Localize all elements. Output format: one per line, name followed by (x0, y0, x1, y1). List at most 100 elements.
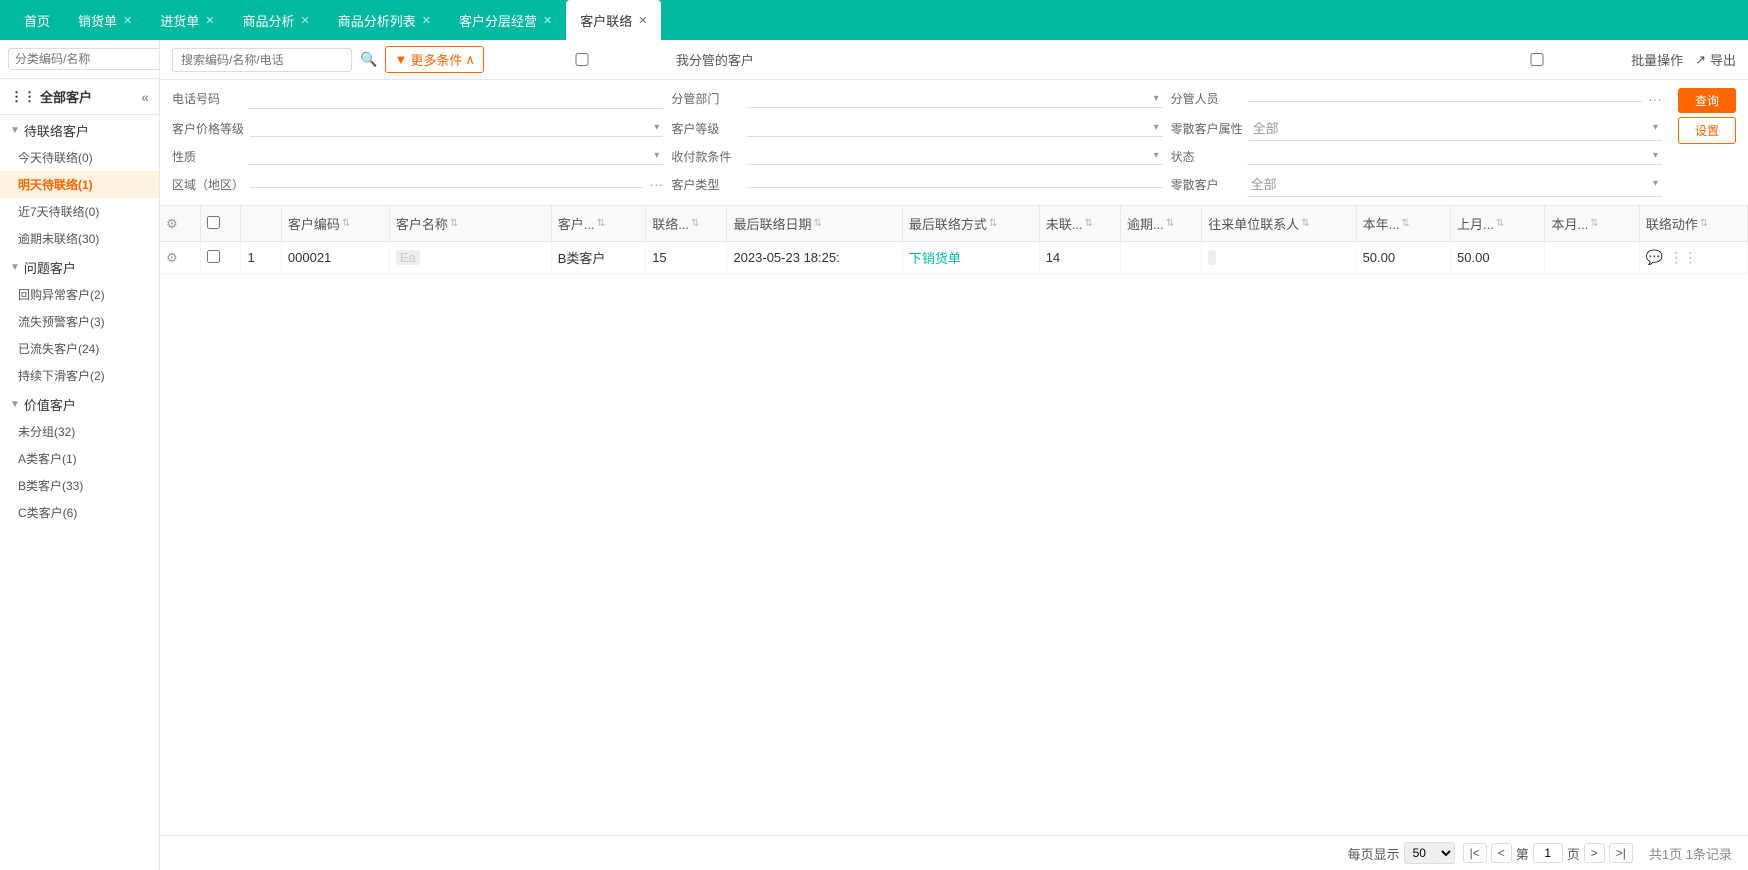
sort-icon-type[interactable]: ⇅ (597, 218, 605, 229)
batch-operation-btn[interactable]: 批量操作 (1447, 50, 1683, 69)
sort-icon-last_month[interactable]: ⇅ (1496, 218, 1504, 229)
col-label-action: 联络动作 (1646, 214, 1698, 233)
price-grade-caret-icon: ▾ (654, 122, 659, 133)
manager-dots[interactable]: ··· (1648, 91, 1662, 107)
sidebar-item[interactable]: 未分组(32) (0, 418, 159, 445)
cell-this_year: 50.00 (1356, 242, 1450, 274)
nav-close-icon[interactable]: ✕ (638, 14, 647, 27)
col-label-unit_contact: 往来单位联系人 (1208, 214, 1299, 233)
sidebar-item[interactable]: B类客户(33) (0, 472, 159, 499)
sidebar-item[interactable]: A类客户(1) (0, 445, 159, 472)
filter-icon: ▼ (394, 52, 407, 67)
per-page-select[interactable]: 50 100 200 (1404, 842, 1455, 864)
nav-item-商品分析列表[interactable]: 商品分析列表✕ (324, 0, 445, 40)
retail-attr-select[interactable]: 全部 ▾ (1249, 115, 1662, 141)
gear-icon[interactable]: ⚙ (166, 216, 178, 231)
action-more-icon[interactable]: ⋮⋮ (1669, 249, 1697, 266)
page-input[interactable] (1533, 843, 1563, 863)
price-grade-select[interactable]: ▾ (250, 119, 663, 137)
cell-last_contact_date: 2023-05-23 18:25: (727, 242, 902, 274)
nav-item-商品分析[interactable]: 商品分析✕ (228, 0, 323, 40)
sort-icon-this_month[interactable]: ⇅ (1590, 218, 1598, 229)
cell-type: B类客户 (551, 242, 645, 274)
sort-icon-last_contact_way[interactable]: ⇅ (989, 218, 997, 229)
sort-icon-name[interactable]: ⇅ (450, 218, 458, 229)
col-contact: 联络...⇅ (646, 206, 727, 242)
nav-item-销货单[interactable]: 销货单✕ (64, 0, 146, 40)
col-label-this_month: 本月... (1551, 214, 1588, 233)
nav-close-icon[interactable]: ✕ (422, 14, 431, 27)
filter-search-icon[interactable]: 🔍 (360, 51, 377, 68)
row-checkbox[interactable] (207, 250, 220, 263)
sort-icon-action[interactable]: ⇅ (1700, 218, 1708, 229)
cell-action: 💬 ⋮⋮ (1639, 242, 1747, 274)
cust-type-select[interactable] (747, 181, 1162, 188)
col-this_year: 本年...⇅ (1356, 206, 1450, 242)
nature-select[interactable]: ▾ (248, 147, 663, 165)
sidebar-item[interactable]: 回购异常客户(2) (0, 281, 159, 308)
nav-close-icon[interactable]: ✕ (205, 14, 214, 27)
phone-input[interactable] (248, 88, 663, 109)
first-page-btn[interactable]: |< (1463, 843, 1487, 863)
sidebar-item[interactable]: C类客户(6) (0, 499, 159, 526)
sidebar-item[interactable]: 今天待联络(0) (0, 144, 159, 171)
search-input[interactable] (172, 48, 352, 72)
sidebar-item[interactable]: 明天待联络(1) (0, 171, 159, 198)
sort-icon-unit_contact[interactable]: ⇅ (1301, 218, 1309, 229)
nav-item-首页[interactable]: 首页 (10, 0, 64, 40)
nav-item-进货单[interactable]: 进货单✕ (146, 0, 228, 40)
nav-item-客户分层经营[interactable]: 客户分层经营✕ (445, 0, 566, 40)
export-label: 导出 (1710, 50, 1736, 69)
sidebar-section-待联络客户[interactable]: ▼ 待联络客户 (0, 115, 159, 144)
nav-item-客户联络[interactable]: 客户联络✕ (566, 0, 661, 40)
last-contact-way-link[interactable]: 下销货单 (909, 251, 961, 266)
nav-close-icon[interactable]: ✕ (543, 14, 552, 27)
region-dots[interactable]: ··· (649, 176, 663, 192)
query-button[interactable]: 查询 (1678, 88, 1736, 113)
filter-right-actions: 批量操作 ↗ 导出 (1447, 50, 1736, 69)
batch-checkbox[interactable] (1447, 53, 1627, 66)
sort-icon-code[interactable]: ⇅ (342, 218, 350, 229)
sort-icon-last_contact_date[interactable]: ⇅ (813, 218, 821, 229)
sidebar-section-价值客户[interactable]: ▼ 价值客户 (0, 389, 159, 418)
sidebar-item[interactable]: 逾期未联络(30) (0, 225, 159, 252)
cell-gear: ⚙ (160, 242, 200, 274)
sidebar-collapse-icon[interactable]: « (141, 89, 149, 105)
sidebar-search-input[interactable] (8, 48, 160, 70)
action-chat-icon[interactable]: 💬 (1646, 249, 1663, 266)
last-page-btn[interactable]: >| (1609, 843, 1633, 863)
sidebar-item[interactable]: 近7天待联络(0) (0, 198, 159, 225)
row-gear-icon[interactable]: ⚙ (166, 250, 178, 265)
my-customers-check[interactable] (492, 53, 672, 66)
prev-page-btn[interactable]: < (1491, 843, 1512, 863)
dept-select[interactable]: ▾ (747, 90, 1162, 108)
sort-icon-not_linked[interactable]: ⇅ (1085, 218, 1093, 229)
next-page-btn[interactable]: > (1584, 843, 1605, 863)
col-label-contact: 联络... (652, 214, 689, 233)
select-all-checkbox[interactable] (207, 216, 220, 229)
payment-select[interactable]: ▾ (747, 147, 1162, 165)
sidebar-section-问题客户[interactable]: ▼ 问题客户 (0, 252, 159, 281)
cell-last_contact_way: 下销货单 (902, 242, 1039, 274)
my-customers-checkbox[interactable]: 我分管的客户 (492, 50, 754, 69)
more-chevron-icon: ∧ (465, 52, 475, 68)
sort-icon-contact[interactable]: ⇅ (691, 218, 699, 229)
cust-grade-select[interactable]: ▾ (747, 119, 1162, 137)
sidebar-item[interactable]: 持续下滑客户(2) (0, 362, 159, 389)
set-button[interactable]: 设置 (1678, 117, 1736, 144)
more-conditions-btn[interactable]: ▼ 更多条件 ∧ (385, 46, 483, 73)
sort-icon-this_year[interactable]: ⇅ (1401, 218, 1409, 229)
retail-cust-select[interactable]: 全部 ▾ (1247, 171, 1662, 197)
nav-close-icon[interactable]: ✕ (301, 14, 310, 27)
sidebar-item[interactable]: 流失预警客户(3) (0, 308, 159, 335)
dept-field: 分管部门 ▾ (671, 90, 1162, 108)
sidebar-item[interactable]: 已流失客户(24) (0, 335, 159, 362)
table-row: ⚙1000021EaB类客户152023-05-23 18:25:下销货单145… (160, 242, 1748, 274)
col-unit_contact: 往来单位联系人⇅ (1202, 206, 1356, 242)
sidebar-all-customers[interactable]: ⋮⋮ 全部客户 « (0, 79, 159, 115)
main-layout: 🔍 ⋮⋮ 全部客户 « ▼ 待联络客户今天待联络(0)明天待联络(1)近7天待联… (0, 40, 1748, 870)
status-select[interactable]: ▾ (1247, 147, 1662, 165)
sort-icon-overdue[interactable]: ⇅ (1166, 218, 1174, 229)
nav-close-icon[interactable]: ✕ (123, 14, 132, 27)
export-btn[interactable]: ↗ 导出 (1695, 50, 1736, 69)
